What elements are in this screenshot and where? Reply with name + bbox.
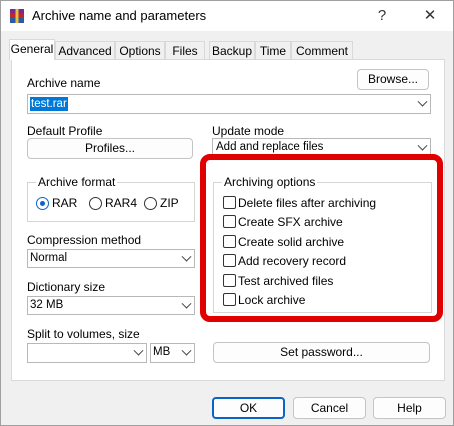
format-rar-label: RAR [52,196,78,210]
close-button[interactable]: ✕ [407,1,453,31]
split-volumes-unit-select[interactable]: MB [150,343,195,363]
test-archived-label: Test archived files [238,274,334,288]
profiles-button[interactable]: Profiles... [27,138,193,159]
create-solid-label: Create solid archive [238,235,345,249]
default-profile-label: Default Profile [27,124,103,138]
dialog-window: Archive name and parameters ? ✕ General … [0,0,454,426]
chevron-down-icon [133,345,144,356]
help-button[interactable]: Help [373,397,446,419]
tab-options[interactable]: Options [115,41,165,59]
update-mode-label: Update mode [212,124,285,138]
compression-method-value: Normal [30,252,68,264]
dictionary-size-value: 32 MB [30,299,64,311]
title-bar: Archive name and parameters ? ✕ [1,1,453,31]
tab-advanced[interactable]: Advanced [55,41,115,59]
window-title: Archive name and parameters [32,8,207,23]
update-mode-select[interactable]: Add and replace files [212,138,431,157]
tab-time[interactable]: Time [255,41,291,59]
archive-name-value: test.rar [30,97,68,111]
format-rar-radio[interactable] [36,197,49,210]
tab-files[interactable]: Files [165,41,205,59]
create-sfx-checkbox[interactable] [223,215,236,228]
chevron-down-icon [417,96,428,107]
help-title-button[interactable]: ? [359,1,405,31]
tab-comment[interactable]: Comment [291,41,353,59]
dictionary-size-label: Dictionary size [27,280,106,294]
format-rar4-label: RAR4 [105,196,138,210]
chevron-down-icon [181,345,192,356]
tab-general[interactable]: General [9,39,55,60]
format-zip-radio[interactable] [144,197,157,210]
create-solid-checkbox[interactable] [223,235,236,248]
cancel-button[interactable]: Cancel [293,397,366,419]
archiving-options-title: Archiving options [222,175,318,189]
delete-files-checkbox[interactable] [223,196,236,209]
create-sfx-label: Create SFX archive [238,215,343,229]
lock-archive-checkbox[interactable] [223,293,236,306]
browse-button[interactable]: Browse... [357,69,429,90]
set-password-button[interactable]: Set password... [213,342,430,363]
delete-files-label: Delete files after archiving [238,196,377,210]
tab-backup[interactable]: Backup [209,41,255,59]
format-zip-label: ZIP [160,196,179,210]
recovery-record-label: Add recovery record [238,254,347,268]
archive-format-title: Archive format [36,175,118,189]
split-volumes-label: Split to volumes, size [27,327,140,341]
lock-archive-label: Lock archive [238,293,306,307]
update-mode-value: Add and replace files [216,141,324,153]
format-rar4-radio[interactable] [89,197,102,210]
archive-name-label: Archive name [27,76,101,90]
archive-name-input[interactable]: test.rar [27,94,431,114]
chevron-down-icon [181,298,192,309]
recovery-record-checkbox[interactable] [223,254,236,267]
winrar-icon [10,9,24,23]
dictionary-size-select[interactable]: 32 MB [27,296,195,315]
compression-method-label: Compression method [27,233,142,247]
ok-button[interactable]: OK [212,397,285,419]
compression-method-select[interactable]: Normal [27,249,195,268]
split-volumes-size-input[interactable] [27,343,147,363]
chevron-down-icon [417,140,428,151]
chevron-down-icon [181,251,192,262]
split-volumes-unit: MB [153,346,171,358]
test-archived-checkbox[interactable] [223,274,236,287]
